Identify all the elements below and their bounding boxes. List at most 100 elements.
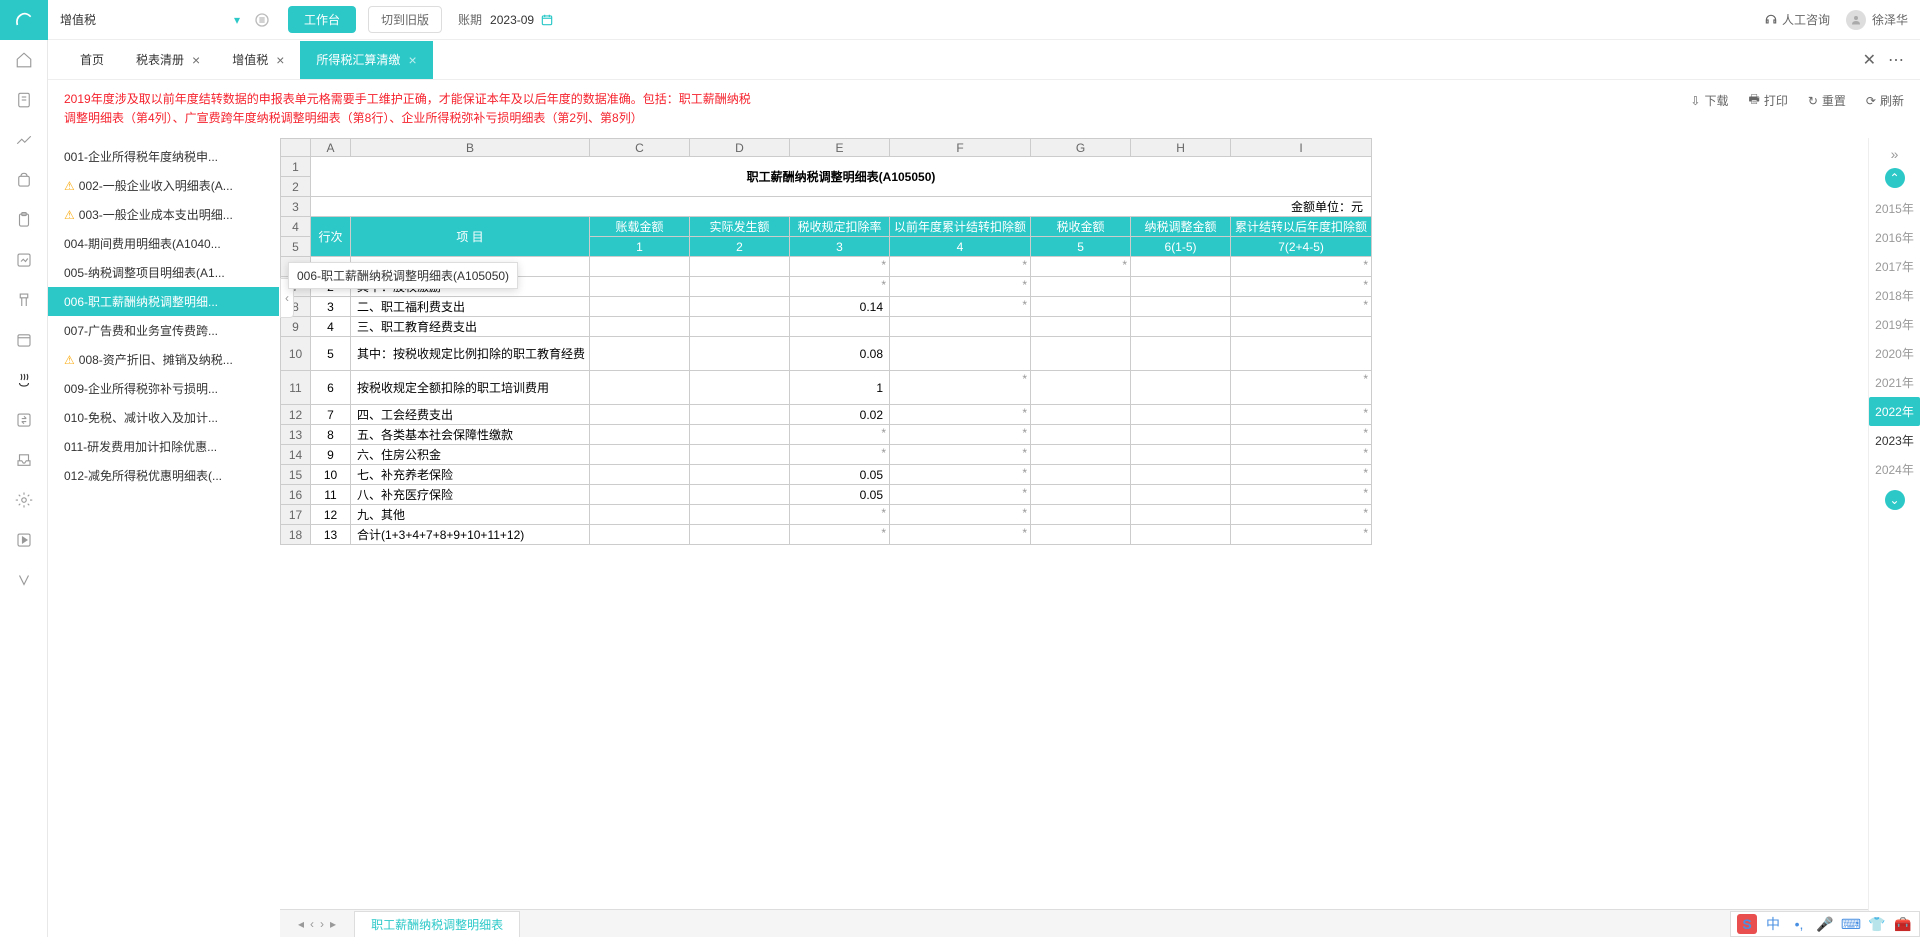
row-header[interactable]: 2 (281, 177, 311, 197)
grid-cell[interactable] (790, 505, 890, 525)
grid-cell[interactable] (590, 277, 690, 297)
grid-cell[interactable] (690, 405, 790, 425)
tab-所得税汇算清缴[interactable]: 所得税汇算清缴× (300, 41, 432, 79)
grid-cell[interactable] (1231, 371, 1372, 405)
grid-cell[interactable] (890, 445, 1031, 465)
grid-cell[interactable] (690, 425, 790, 445)
year-item[interactable]: 2023年 (1869, 426, 1920, 455)
grid-cell[interactable] (1231, 317, 1372, 337)
grid-cell[interactable] (790, 445, 890, 465)
grid-cell[interactable] (590, 257, 690, 277)
year-item[interactable]: 2022年 (1869, 397, 1920, 426)
grid-cell[interactable]: 九、其他 (351, 505, 590, 525)
grid-cell[interactable] (1031, 465, 1131, 485)
row-header[interactable]: 12 (281, 405, 311, 425)
nav-play-icon[interactable] (0, 520, 48, 560)
close-all-tabs-icon[interactable]: ✕ (1863, 50, 1876, 70)
refresh-button[interactable]: ⟳ 刷新 (1866, 90, 1904, 111)
grid-cell[interactable]: 0.05 (790, 485, 890, 505)
tab-close-icon[interactable]: × (192, 52, 200, 68)
year-item[interactable]: 2019年 (1869, 310, 1920, 339)
grid-cell[interactable] (690, 525, 790, 545)
grid-cell[interactable] (590, 297, 690, 317)
grid-cell[interactable]: 七、补充养老保险 (351, 465, 590, 485)
grid-cell[interactable]: 7 (311, 405, 351, 425)
grid-cell[interactable] (1131, 297, 1231, 317)
switch-version-button[interactable]: 切到旧版 (368, 6, 442, 33)
workbench-button[interactable]: 工作台 (288, 6, 356, 33)
row-header[interactable]: 17 (281, 505, 311, 525)
grid-cell[interactable]: 四、工会经费支出 (351, 405, 590, 425)
nav-home-icon[interactable] (0, 40, 48, 80)
grid-cell[interactable] (1131, 445, 1231, 465)
grid-cell[interactable] (1031, 297, 1131, 317)
nav-doc-icon[interactable] (0, 80, 48, 120)
tab-税表清册[interactable]: 税表清册× (120, 41, 216, 79)
row-header[interactable]: 10 (281, 337, 311, 371)
grid-cell[interactable] (1131, 277, 1231, 297)
grid-cell[interactable] (790, 317, 890, 337)
form-list-item[interactable]: ⚠002-一般企业收入明细表(A... (48, 171, 279, 200)
col-header[interactable]: G (1031, 139, 1131, 157)
row-header[interactable]: 9 (281, 317, 311, 337)
year-item[interactable]: 2017年 (1869, 252, 1920, 281)
grid-cell[interactable]: 六、住房公积金 (351, 445, 590, 465)
grid-cell[interactable]: 二、职工福利费支出 (351, 297, 590, 317)
col-header[interactable]: H (1131, 139, 1231, 157)
grid-cell[interactable] (690, 297, 790, 317)
grid-cell[interactable] (590, 485, 690, 505)
nav-v-icon[interactable] (0, 560, 48, 600)
row-header[interactable]: 13 (281, 425, 311, 445)
grid-cell[interactable]: 10 (311, 465, 351, 485)
grid-cell[interactable] (590, 525, 690, 545)
year-up-button[interactable]: ⌃ (1885, 168, 1905, 188)
nav-bag-icon[interactable] (0, 160, 48, 200)
grid-cell[interactable]: 9 (311, 445, 351, 465)
tabs-more-icon[interactable]: ⋯ (1888, 50, 1904, 70)
grid-cell[interactable]: 8 (311, 425, 351, 445)
support-link[interactable]: 人工咨询 (1764, 11, 1830, 28)
grid-cell[interactable] (1031, 405, 1131, 425)
grid-cell[interactable] (1131, 371, 1231, 405)
grid-cell[interactable] (1131, 405, 1231, 425)
reset-button[interactable]: ↻ 重置 (1808, 90, 1846, 111)
row-header[interactable]: 16 (281, 485, 311, 505)
grid-cell[interactable]: 三、职工教育经费支出 (351, 317, 590, 337)
grid-cell[interactable]: 3 (311, 297, 351, 317)
grid-cell[interactable] (1231, 425, 1372, 445)
grid-cell[interactable] (590, 445, 690, 465)
grid-cell[interactable]: 八、补充医疗保险 (351, 485, 590, 505)
sheet-tab[interactable]: 职工薪酬纳税调整明细表 (354, 911, 520, 937)
grid-cell[interactable] (590, 405, 690, 425)
grid-cell[interactable]: 13 (311, 525, 351, 545)
col-header[interactable]: F (890, 139, 1031, 157)
grid-cell[interactable] (890, 371, 1031, 405)
ime-punct-icon[interactable]: •, (1789, 914, 1809, 934)
grid-cell[interactable] (1231, 277, 1372, 297)
grid-cell[interactable] (1131, 505, 1231, 525)
row-header[interactable]: 14 (281, 445, 311, 465)
form-list-item[interactable]: 010-免税、减计收入及加计... (48, 403, 279, 432)
grid-cell[interactable] (1031, 277, 1131, 297)
grid-cell[interactable] (590, 505, 690, 525)
grid-cell[interactable]: 4 (311, 317, 351, 337)
grid-cell[interactable] (1031, 317, 1131, 337)
ime-toolbox-icon[interactable]: 🧰 (1893, 914, 1913, 934)
grid-cell[interactable] (1031, 505, 1131, 525)
grid-cell[interactable] (690, 371, 790, 405)
tab-close-icon[interactable]: × (276, 52, 284, 68)
tab-close-icon[interactable]: × (408, 52, 416, 68)
col-header[interactable]: D (690, 139, 790, 157)
grid-cell[interactable] (590, 465, 690, 485)
grid-cell[interactable] (1131, 425, 1231, 445)
grid-cell[interactable]: 1 (790, 371, 890, 405)
grid-cell[interactable] (890, 525, 1031, 545)
year-item[interactable]: 2020年 (1869, 339, 1920, 368)
row-header[interactable]: 15 (281, 465, 311, 485)
grid-cell[interactable] (1131, 525, 1231, 545)
year-item[interactable]: 2024年 (1869, 455, 1920, 484)
form-list-item[interactable]: 001-企业所得税年度纳税申... (48, 142, 279, 171)
grid-cell[interactable] (890, 257, 1031, 277)
grid-cell[interactable] (1031, 371, 1131, 405)
grid-cell[interactable] (590, 425, 690, 445)
